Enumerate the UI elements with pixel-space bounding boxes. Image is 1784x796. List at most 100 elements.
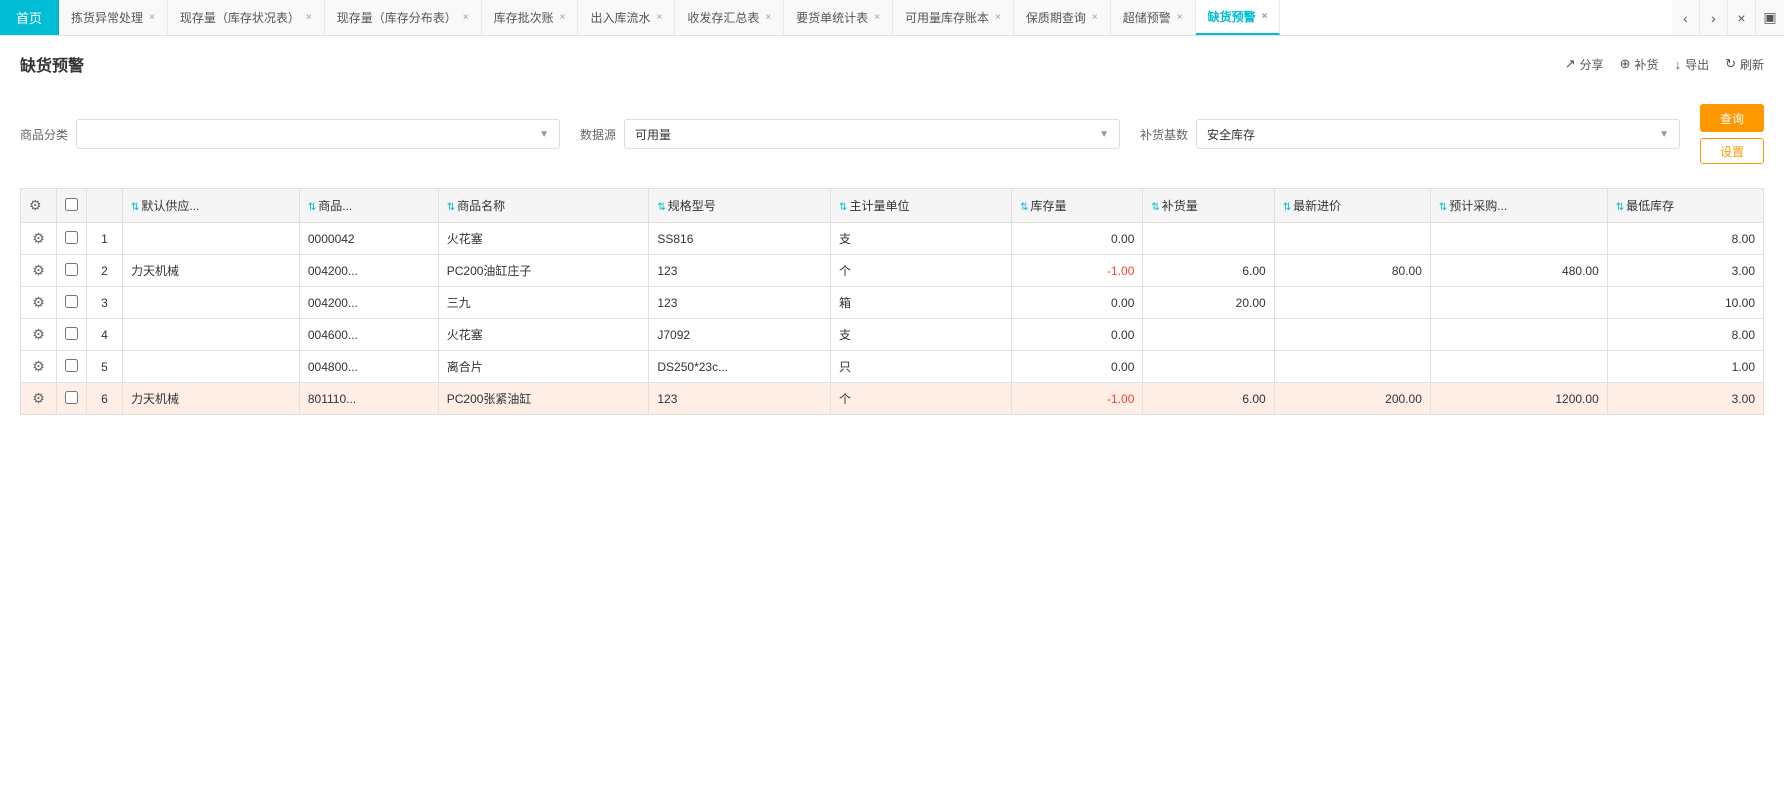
col-header-est_purchase[interactable]: ⇅预计采购... bbox=[1430, 189, 1607, 223]
tab-close-inout-flow[interactable]: × bbox=[656, 12, 662, 23]
row-unit: 箱 bbox=[831, 287, 1012, 319]
col-header-stock[interactable]: ⇅库存量 bbox=[1012, 189, 1143, 223]
row-checkbox[interactable] bbox=[65, 359, 78, 372]
tab-close-expiry-query[interactable]: × bbox=[1092, 12, 1098, 23]
row-min-stock: 8.00 bbox=[1607, 319, 1763, 351]
close-icon: × bbox=[1737, 10, 1745, 26]
col-header-supplier[interactable]: ⇅默认供应... bbox=[123, 189, 300, 223]
sort-icon: ⇅ bbox=[131, 202, 139, 213]
tab-item-exception[interactable]: 拣货异常处理× bbox=[59, 0, 168, 35]
query-button[interactable]: 查询 bbox=[1700, 104, 1764, 132]
row-name: 火花塞 bbox=[438, 319, 649, 351]
col-header-code[interactable]: ⇅商品... bbox=[299, 189, 438, 223]
row-code: 801110... bbox=[299, 383, 438, 415]
col-header-replenish[interactable]: ⇅补货量 bbox=[1143, 189, 1274, 223]
row-gear-icon[interactable]: ⚙ bbox=[32, 326, 45, 342]
tab-item-shortage[interactable]: 缺货预警 × bbox=[1196, 0, 1281, 35]
tab-item-expiry-query[interactable]: 保质期查询× bbox=[1014, 0, 1111, 35]
tab-label-inventory-dist: 现存量（库存分布表） bbox=[337, 9, 457, 26]
select-all-checkbox[interactable] bbox=[65, 198, 78, 211]
tab-next-btn[interactable]: › bbox=[1700, 0, 1728, 35]
row-supplier bbox=[123, 287, 300, 319]
row-replenish: 6.00 bbox=[1143, 383, 1274, 415]
refresh-button[interactable]: ↻ 刷新 bbox=[1725, 56, 1764, 73]
row-name: 火花塞 bbox=[438, 223, 649, 255]
replenish-button[interactable]: ⊕ 补货 bbox=[1620, 56, 1659, 73]
tab-prev-btn[interactable]: ‹ bbox=[1672, 0, 1700, 35]
row-latest-price: 80.00 bbox=[1274, 255, 1430, 287]
datasource-select[interactable]: 可用量 ▼ bbox=[624, 119, 1120, 149]
tab-item-order-stat[interactable]: 要货单统计表× bbox=[784, 0, 893, 35]
row-name: PC200张紧油缸 bbox=[438, 383, 649, 415]
row-gear-icon[interactable]: ⚙ bbox=[32, 230, 45, 246]
tab-item-available-ledger[interactable]: 可用量库存账本× bbox=[893, 0, 1014, 35]
row-checkbox[interactable] bbox=[65, 327, 78, 340]
tab-item-overstock[interactable]: 超储预警× bbox=[1111, 0, 1196, 35]
row-replenish: 20.00 bbox=[1143, 287, 1274, 319]
row-checkbox[interactable] bbox=[65, 391, 78, 404]
row-spec: DS250*23c... bbox=[649, 351, 831, 383]
tab-item-inout-flow[interactable]: 出入库流水 × bbox=[578, 0, 675, 35]
category-label: 商品分类 bbox=[20, 126, 68, 143]
sort-icon: ⇅ bbox=[1616, 202, 1624, 213]
row-checkbox[interactable] bbox=[65, 231, 78, 244]
table-row: ⚙2力天机械004200...PC200油缸庄子123个-1.006.0080.… bbox=[21, 255, 1764, 287]
row-num: 1 bbox=[87, 223, 123, 255]
row-spec: SS816 bbox=[649, 223, 831, 255]
gear-settings-icon[interactable]: ⚙ bbox=[29, 197, 42, 213]
tab-item-batch-account[interactable]: 库存批次账× bbox=[482, 0, 579, 35]
share-button[interactable]: ↗ 分享 bbox=[1565, 56, 1604, 73]
tab-label-shortage: 缺货预警 bbox=[1208, 8, 1256, 25]
data-table: ⚙⇅默认供应...⇅商品...⇅商品名称⇅规格型号⇅主计量单位⇅库存量⇅补货量⇅… bbox=[20, 188, 1764, 415]
row-checkbox[interactable] bbox=[65, 295, 78, 308]
close-all-icon: ▣ bbox=[1763, 9, 1776, 26]
tab-close-all-btn[interactable]: ▣ bbox=[1756, 0, 1784, 35]
tab-close-btn[interactable]: × bbox=[1728, 0, 1756, 35]
row-checkbox[interactable] bbox=[65, 263, 78, 276]
replenish-label: 补货 bbox=[1635, 56, 1659, 73]
export-button[interactable]: ↓ 导出 bbox=[1675, 56, 1710, 73]
row-min-stock: 3.00 bbox=[1607, 255, 1763, 287]
col-header-num bbox=[87, 189, 123, 223]
tab-close-receive-summary[interactable]: × bbox=[765, 12, 771, 23]
row-code: 004200... bbox=[299, 287, 438, 319]
tab-home[interactable]: 首页 bbox=[0, 0, 59, 35]
row-code: 0000042 bbox=[299, 223, 438, 255]
row-gear-icon[interactable]: ⚙ bbox=[32, 390, 45, 406]
settings-button[interactable]: 设置 bbox=[1700, 138, 1764, 164]
replenish-base-select[interactable]: 安全库存 ▼ bbox=[1196, 119, 1680, 149]
col-header-min_stock[interactable]: ⇅最低库存 bbox=[1607, 189, 1763, 223]
tab-close-overstock[interactable]: × bbox=[1177, 12, 1183, 23]
row-code: 004200... bbox=[299, 255, 438, 287]
row-stock: 0.00 bbox=[1012, 319, 1143, 351]
category-select[interactable]: ▼ bbox=[76, 119, 560, 149]
row-est-purchase bbox=[1430, 351, 1607, 383]
col-header-latest_price[interactable]: ⇅最新进价 bbox=[1274, 189, 1430, 223]
row-gear-icon[interactable]: ⚙ bbox=[32, 294, 45, 310]
col-header-name[interactable]: ⇅商品名称 bbox=[438, 189, 649, 223]
replenish-base-filter-group: 补货基数 安全库存 ▼ bbox=[1140, 119, 1680, 149]
tab-label-inout-flow: 出入库流水 bbox=[590, 9, 650, 26]
replenish-base-dropdown-icon: ▼ bbox=[1659, 129, 1669, 140]
col-header-unit[interactable]: ⇅主计量单位 bbox=[831, 189, 1012, 223]
tab-close-shortage[interactable]: × bbox=[1262, 11, 1268, 22]
tab-item-inventory-status[interactable]: 现存量（库存状况表）× bbox=[168, 0, 325, 35]
tab-item-receive-summary[interactable]: 收发存汇总表× bbox=[675, 0, 784, 35]
tab-close-available-ledger[interactable]: × bbox=[995, 12, 1001, 23]
tab-close-order-stat[interactable]: × bbox=[874, 12, 880, 23]
row-gear-icon[interactable]: ⚙ bbox=[32, 262, 45, 278]
tab-close-batch-account[interactable]: × bbox=[560, 12, 566, 23]
tab-close-exception[interactable]: × bbox=[149, 12, 155, 23]
tab-item-inventory-dist[interactable]: 现存量（库存分布表） × bbox=[325, 0, 482, 35]
tab-close-inventory-status[interactable]: × bbox=[306, 12, 312, 23]
col-header-spec[interactable]: ⇅规格型号 bbox=[649, 189, 831, 223]
row-gear-icon[interactable]: ⚙ bbox=[32, 358, 45, 374]
sort-icon: ⇅ bbox=[1439, 202, 1447, 213]
replenish-base-label: 补货基数 bbox=[1140, 126, 1188, 143]
row-spec: 123 bbox=[649, 287, 831, 319]
row-est-purchase: 1200.00 bbox=[1430, 383, 1607, 415]
tab-close-inventory-dist[interactable]: × bbox=[463, 12, 469, 23]
row-stock: -1.00 bbox=[1012, 255, 1143, 287]
row-supplier: 力天机械 bbox=[123, 383, 300, 415]
row-num: 4 bbox=[87, 319, 123, 351]
